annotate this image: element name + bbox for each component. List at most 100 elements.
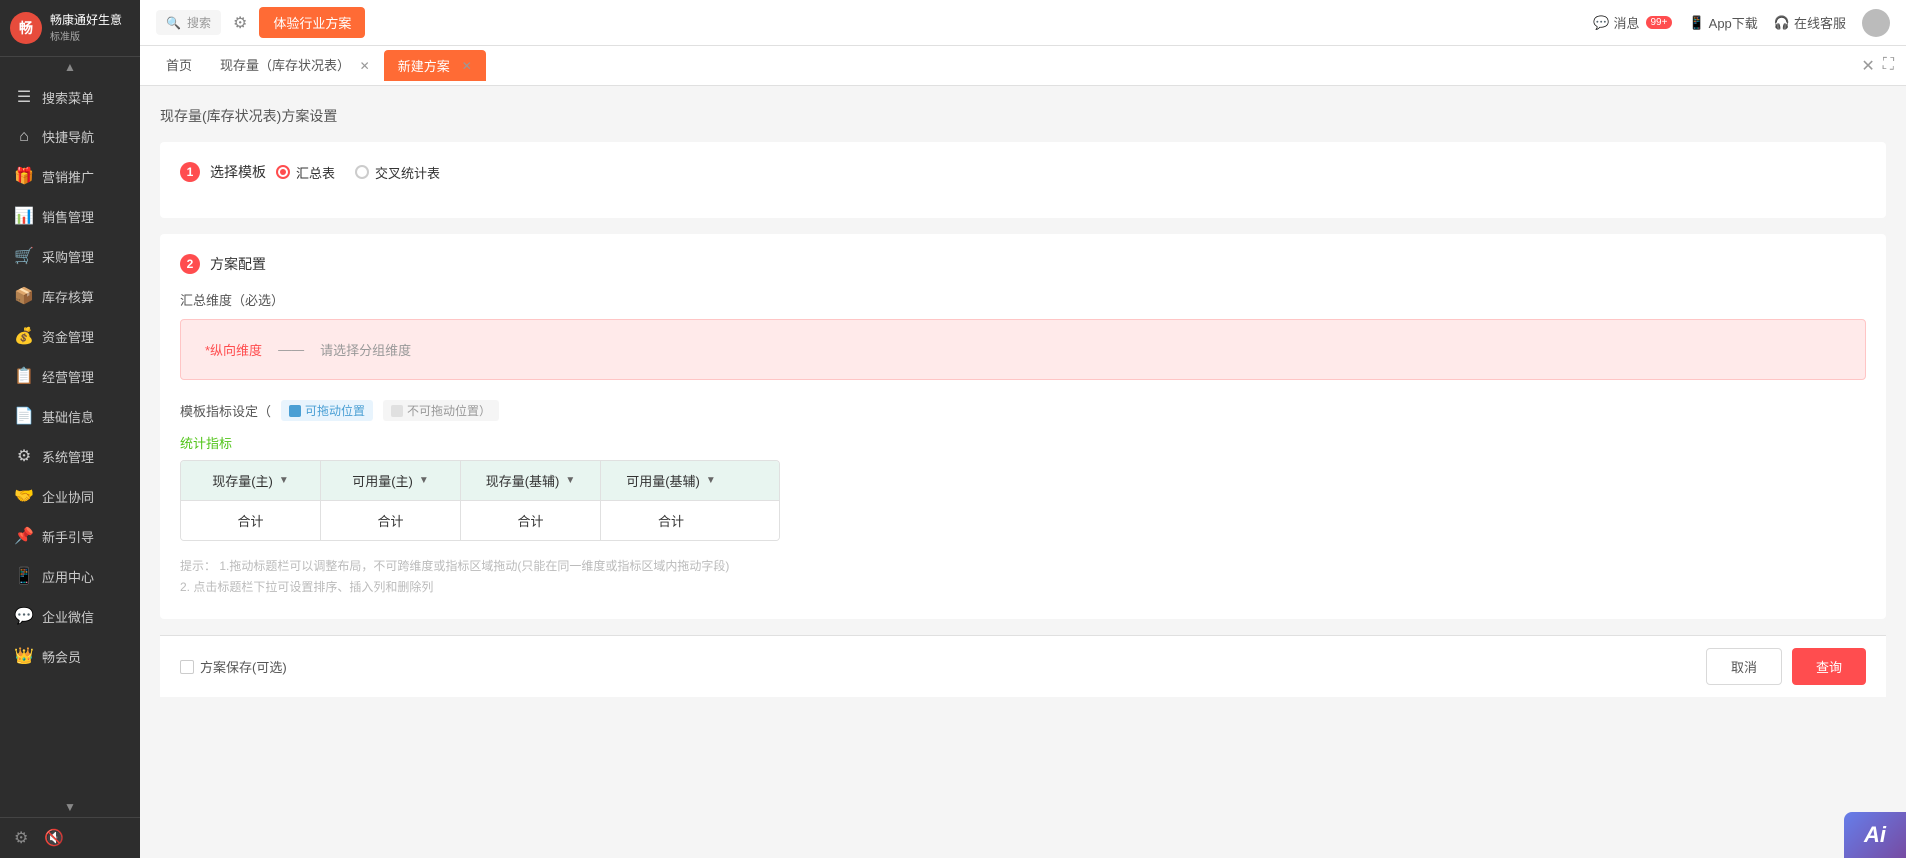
- sidebar-item-finance[interactable]: 💰资金管理: [0, 316, 140, 356]
- tab-new-plan[interactable]: 新建方案 ✕: [384, 50, 486, 81]
- sidebar-icon-app-center: 📱: [14, 566, 34, 586]
- stats-table: 现存量(主)▼可用量(主)▼现存量(基辅)▼可用量(基辅)▼ 合计合计合计合计: [180, 460, 780, 541]
- radio-cross[interactable]: 交叉统计表: [355, 163, 440, 182]
- sidebar-item-marketing[interactable]: 🎁营销推广: [0, 156, 140, 196]
- query-button[interactable]: 查询: [1792, 648, 1866, 685]
- sidebar-item-vip[interactable]: 👑畅会员: [0, 636, 140, 676]
- sidebar-label-quick-nav: 快捷导航: [42, 127, 94, 146]
- sidebar-icon-marketing: 🎁: [14, 166, 34, 186]
- sidebar-label-basic-info: 基础信息: [42, 407, 94, 426]
- close-window-icon[interactable]: ✕: [1861, 56, 1874, 76]
- sidebar-item-system[interactable]: ⚙系统管理: [0, 436, 140, 476]
- stats-col-col2[interactable]: 可用量(主)▼: [321, 461, 461, 500]
- message-button[interactable]: 💬 消息 99+: [1593, 13, 1672, 32]
- template-radio-group: 汇总表 交叉统计表: [276, 163, 440, 182]
- tab-inventory-close-icon[interactable]: ✕: [360, 59, 370, 73]
- step1-badge: 1: [180, 162, 200, 182]
- save-checkbox-box[interactable]: [180, 660, 194, 674]
- step2-card: 2 方案配置 汇总维度（必选） *纵向维度 —— 请选择分组维度 模板指标设定（…: [160, 234, 1886, 619]
- stats-col-col4[interactable]: 可用量(基辅) ▼: [601, 461, 741, 500]
- sidebar-label-inventory: 库存核算: [42, 287, 94, 306]
- tips-section: 提示： 1.拖动标题栏可以调整布局，不可跨维度或指标区域拖动(只能在同一维度或指…: [180, 557, 1866, 595]
- col-chevron-col2[interactable]: ▼: [419, 475, 429, 486]
- tab-new-plan-close-icon[interactable]: ✕: [462, 59, 472, 73]
- app-version: 标准版: [50, 28, 122, 43]
- radio-cross-dot: [355, 165, 369, 179]
- content-area: 现存量(库存状况表)方案设置 1 选择模板 汇总表 交叉统计表: [140, 86, 1906, 858]
- sidebar-item-basic-info[interactable]: 📄基础信息: [0, 396, 140, 436]
- tab-home[interactable]: 首页: [152, 47, 206, 84]
- save-checkbox[interactable]: 方案保存(可选): [180, 657, 287, 676]
- sidebar-icon-purchase: 🛒: [14, 246, 34, 266]
- col-chevron-col4[interactable]: ▼: [706, 475, 716, 486]
- stats-cell-col4: 合计: [601, 501, 741, 540]
- sidebar-label-finance: 资金管理: [42, 327, 94, 346]
- tabs-bar: 首页 现存量（库存状况表） ✕ 新建方案 ✕ ✕ ⛶: [140, 46, 1906, 86]
- message-badge: 99+: [1646, 16, 1673, 29]
- sidebar-icon-newcomer: 📌: [14, 526, 34, 546]
- sidebar-item-search-menu[interactable]: ☰搜索菜单: [0, 77, 140, 117]
- settings-icon[interactable]: ⚙: [14, 828, 28, 848]
- gear-icon[interactable]: ⚙: [233, 13, 247, 33]
- col-label-col4: 可用量(基辅): [626, 471, 700, 490]
- sidebar-label-search-menu: 搜索菜单: [42, 88, 94, 107]
- dimension-placeholder: 请选择分组维度: [320, 340, 411, 359]
- scroll-up-icon[interactable]: ▲: [0, 57, 140, 77]
- tip1: 提示： 1.拖动标题栏可以调整布局，不可跨维度或指标区域拖动(只能在同一维度或指…: [180, 557, 1866, 574]
- service-icon: 🎧: [1774, 15, 1790, 31]
- search-icon: 🔍: [166, 16, 181, 30]
- radio-summary[interactable]: 汇总表: [276, 163, 335, 182]
- sidebar-label-corp-wechat: 企业微信: [42, 607, 94, 626]
- sidebar-logo: 畅 畅康通好生意 标准版: [0, 0, 140, 57]
- ai-badge[interactable]: Ai: [1844, 812, 1906, 858]
- indicator-config-label: 模板指标设定（ 可拖动位置 不可拖动位置）: [180, 400, 1866, 421]
- bottom-actions: 取消 查询: [1706, 648, 1866, 685]
- stats-cell-col1: 合计: [181, 501, 321, 540]
- sidebar-item-inventory[interactable]: 📦 库存核算: [0, 276, 140, 316]
- stats-section-label: 统计指标: [180, 433, 1866, 452]
- sidebar-icon-inventory: 📦: [14, 286, 34, 306]
- sidebar-label-newcomer: 新手引导: [42, 527, 94, 546]
- col-chevron-col1[interactable]: ▼: [279, 475, 289, 486]
- sidebar-item-app-center[interactable]: 📱应用中心: [0, 556, 140, 596]
- sidebar-icon-corp-coop: 🤝: [14, 486, 34, 506]
- sidebar-item-corp-coop[interactable]: 🤝企业协同: [0, 476, 140, 516]
- summary-dimension-label: 汇总维度（必选）: [180, 290, 1866, 309]
- stats-col-col3[interactable]: 现存量(基辅) ▼: [461, 461, 601, 500]
- sidebar-item-operations[interactable]: 📋经营管理: [0, 356, 140, 396]
- step2-title: 方案配置: [210, 254, 266, 274]
- scroll-down-icon[interactable]: ▼: [0, 797, 140, 817]
- dimension-box[interactable]: *纵向维度 —— 请选择分组维度: [180, 319, 1866, 380]
- app-download-button[interactable]: 📱 App下载: [1688, 13, 1757, 32]
- sidebar-icon-vip: 👑: [14, 646, 34, 666]
- non-draggable-badge: 不可拖动位置）: [383, 400, 499, 421]
- user-avatar[interactable]: [1862, 9, 1890, 37]
- tab-inventory-status[interactable]: 现存量（库存状况表） ✕: [206, 47, 384, 84]
- message-icon: 💬: [1593, 15, 1609, 31]
- sidebar-item-quick-nav[interactable]: ⌂快捷导航: [0, 117, 140, 156]
- search-text: 搜索: [187, 14, 211, 31]
- online-service-button[interactable]: 🎧 在线客服: [1774, 13, 1846, 32]
- step2-header: 2 方案配置: [180, 254, 1866, 274]
- trial-button[interactable]: 体验行业方案: [259, 7, 365, 38]
- stats-table-header: 现存量(主)▼可用量(主)▼ 现存量(基辅) ▼ 可用量(基辅) ▼: [181, 461, 779, 500]
- sidebar-label-system: 系统管理: [42, 447, 94, 466]
- col-chevron-col3[interactable]: ▼: [565, 475, 575, 486]
- step1-card: 1 选择模板 汇总表 交叉统计表: [160, 142, 1886, 218]
- sidebar-item-newcomer[interactable]: 📌 新手引导: [0, 516, 140, 556]
- sidebar-item-sales[interactable]: 📊销售管理: [0, 196, 140, 236]
- stats-col-col1[interactable]: 现存量(主)▼: [181, 461, 321, 500]
- topbar-search[interactable]: 🔍 搜索: [156, 10, 221, 35]
- mute-icon[interactable]: 🔇: [44, 828, 64, 848]
- logo-icon: 畅: [10, 12, 42, 44]
- cancel-button[interactable]: 取消: [1706, 648, 1782, 685]
- expand-icon[interactable]: ⛶: [1883, 56, 1894, 76]
- sidebar-item-corp-wechat[interactable]: 💬企业微信: [0, 596, 140, 636]
- sidebar-item-purchase[interactable]: 🛒采购管理: [0, 236, 140, 276]
- download-icon: 📱: [1688, 15, 1704, 31]
- tabs-right-actions: ✕ ⛶: [1861, 56, 1894, 76]
- sidebar-icon-sales: 📊: [14, 206, 34, 226]
- step2-badge: 2: [180, 254, 200, 274]
- sidebar-nav: ☰搜索菜单⌂快捷导航🎁营销推广📊销售管理🛒采购管理 📦 库存核算 💰资金管理📋经营管理…: [0, 77, 140, 797]
- col-label-col3: 现存量(基辅): [486, 471, 560, 490]
